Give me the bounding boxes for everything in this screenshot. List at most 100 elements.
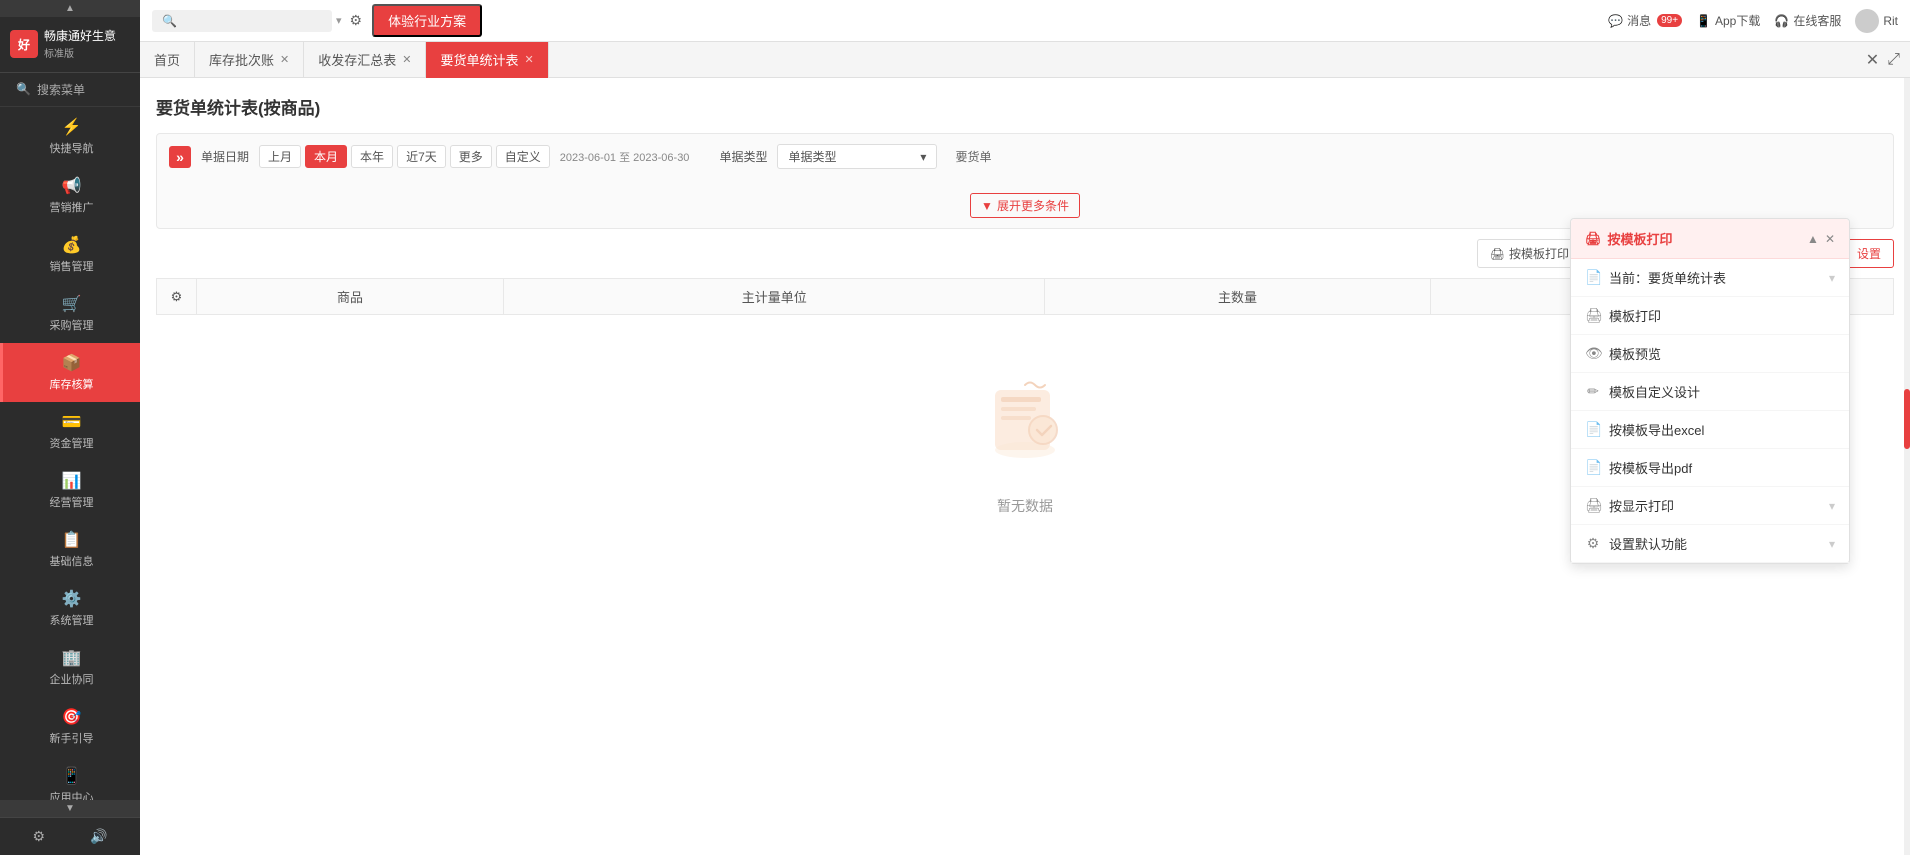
print-dropdown-controls: ▲ ✕ (1807, 232, 1835, 246)
more-filter-btn[interactable]: ▼ 展开更多条件 (970, 193, 1080, 218)
industry-btn[interactable]: 体验行业方案 (372, 4, 482, 37)
print-dropdown-title: 🖨 按模板打印 (1585, 229, 1673, 248)
sidebar-item-newbie[interactable]: 🎯 新手引导 (0, 697, 140, 756)
sidebar-item-basics[interactable]: 📋 基础信息 (0, 520, 140, 579)
enterprise-icon: 🏢 (62, 648, 82, 668)
date-btn-this-year[interactable]: 本年 (351, 145, 393, 168)
online-service-action[interactable]: 🎧 在线客服 (1774, 12, 1841, 29)
print-export-pdf-item[interactable]: 📄 按模板导出pdf (1571, 449, 1849, 487)
search-input[interactable] (177, 14, 297, 28)
sidebar-nav: ⚡ 快捷导航 📢 营销推广 💰 销售管理 🛒 采购管理 📦 库存核算 💳 资金管… (0, 107, 140, 800)
tab-close-all-icon[interactable]: ✕ (1866, 50, 1879, 70)
scrollbar-thumb[interactable] (1904, 389, 1910, 449)
tab-receipt-summary-close[interactable]: ✕ (402, 53, 411, 66)
table-col-settings[interactable]: ⚙ (157, 279, 197, 315)
order-type-dropdown[interactable]: 单据类型 ▾ (777, 144, 937, 169)
newbie-icon: 🎯 (62, 707, 82, 727)
sidebar-item-sales[interactable]: 💰 销售管理 (0, 225, 140, 284)
print-dropdown-close-btn[interactable]: ✕ (1825, 232, 1835, 246)
sidebar-item-enterprise[interactable]: 🏢 企业协同 (0, 638, 140, 697)
main-content: 🔍 ▾ ⚙ 体验行业方案 💬 消息 99+ 📱 App下载 🎧 在线客服 Rit (140, 0, 1910, 855)
table-col-quantity: 主数量 (1045, 279, 1430, 315)
sidebar-item-system[interactable]: ⚙️ 系统管理 (0, 579, 140, 638)
current-template-icon: 📄 (1585, 269, 1601, 286)
print-export-excel-item[interactable]: 📄 按模板导出excel (1571, 411, 1849, 449)
quick-nav-icon: ⚡ (62, 117, 82, 137)
date-btn-more[interactable]: 更多 (450, 145, 492, 168)
audio-bottom-icon[interactable]: 🔊 (90, 828, 107, 845)
sidebar-item-inventory[interactable]: 📦 库存核算 (0, 343, 140, 402)
display-print-icon: 🖨 (1585, 497, 1601, 514)
print-template-custom-item[interactable]: ✏ 模板自定义设计 (1571, 373, 1849, 411)
tab-expand-icon[interactable]: ⤢ (1887, 51, 1900, 69)
tab-inventory-batch-close[interactable]: ✕ (280, 53, 289, 66)
print-template-print-item[interactable]: 🖨 模板打印 (1571, 297, 1849, 335)
display-print-item[interactable]: 🖨 按显示打印 ▾ (1571, 487, 1849, 525)
search-dropdown-arrow[interactable]: ▾ (336, 14, 342, 27)
sidebar-item-quick-nav[interactable]: ⚡ 快捷导航 (0, 107, 140, 166)
order-type-label: 单据类型 (719, 148, 767, 165)
sidebar-scroll-down[interactable]: ▼ (0, 800, 140, 817)
app-download-action[interactable]: 📱 App下载 (1696, 12, 1760, 29)
inventory-icon: 📦 (62, 353, 82, 373)
set-default-item[interactable]: ⚙ 设置默认功能 ▾ (1571, 525, 1849, 563)
tab-bar-right: ✕ ⤢ (1866, 50, 1910, 70)
date-range-display: 2023-06-01 至 2023-06-30 (560, 149, 690, 165)
sidebar-search-menu[interactable]: 🔍 搜索菜单 (0, 73, 140, 107)
user-avatar (1855, 9, 1879, 33)
print-dropdown-header: 🖨 按模板打印 ▲ ✕ (1571, 219, 1849, 259)
sidebar-logo: 好 畅康通好生意 标准版 (0, 17, 140, 73)
top-bar: 🔍 ▾ ⚙ 体验行业方案 💬 消息 99+ 📱 App下载 🎧 在线客服 Rit (140, 0, 1910, 42)
system-icon: ⚙️ (62, 589, 82, 609)
message-icon: 💬 (1608, 14, 1623, 28)
date-btn-7days[interactable]: 近7天 (397, 145, 446, 168)
tab-receipt-summary[interactable]: 收发存汇总表 ✕ (304, 42, 426, 78)
date-btn-custom[interactable]: 自定义 (496, 145, 550, 168)
export-excel-icon: 📄 (1585, 421, 1601, 438)
app-logo-text: 畅康通好生意 标准版 (44, 29, 116, 60)
filter-bar: » 单据日期 上月 本月 本年 近7天 更多 自定义 2023-06-01 至 … (156, 133, 1894, 229)
app-logo-icon: 好 (10, 30, 38, 58)
tab-order-stats-close[interactable]: ✕ (525, 53, 534, 66)
topbar-gear-icon[interactable]: ⚙ (350, 12, 363, 29)
basics-icon: 📋 (62, 530, 82, 550)
table-col-goods: 商品 (197, 279, 504, 315)
sidebar-item-marketing[interactable]: 📢 营销推广 (0, 166, 140, 225)
date-btn-this-month[interactable]: 本月 (305, 145, 347, 168)
page-content: 要货单统计表(按商品) » 单据日期 上月 本月 本年 近7天 更多 自定义 2… (140, 78, 1910, 855)
table-col-unit: 主计量单位 (503, 279, 1045, 315)
sales-icon: 💰 (62, 235, 82, 255)
sidebar-item-finance[interactable]: 💳 资金管理 (0, 402, 140, 461)
print-dropdown-collapse-btn[interactable]: ▲ (1807, 232, 1819, 246)
date-btn-last-month[interactable]: 上月 (259, 145, 301, 168)
topbar-actions: 💬 消息 99+ 📱 App下载 🎧 在线客服 Rit (1608, 9, 1898, 33)
filter-expand-btn[interactable]: » (169, 146, 191, 168)
date-filter-label: 单据日期 (201, 148, 249, 165)
template-print-icon: 🖨 (1585, 307, 1601, 324)
sidebar-item-apps[interactable]: 📱 应用中心 (0, 756, 140, 800)
search-bar-icon: 🔍 (162, 14, 177, 28)
sidebar-scroll-up[interactable]: ▲ (0, 0, 140, 17)
operations-icon: 📊 (62, 471, 82, 491)
message-action[interactable]: 💬 消息 99+ (1608, 12, 1682, 29)
print-template-preview-item[interactable]: 👁 模板预览 (1571, 335, 1849, 373)
download-icon: 📱 (1696, 14, 1711, 28)
empty-icon (975, 375, 1075, 484)
print-current-template-item[interactable]: 📄 当前：要货单统计表 ▾ (1571, 259, 1849, 297)
tab-inventory-batch[interactable]: 库存批次账 ✕ (195, 42, 304, 78)
tab-order-stats[interactable]: 要货单统计表 ✕ (426, 42, 548, 78)
template-custom-icon: ✏ (1585, 383, 1601, 400)
scrollbar-track (1904, 78, 1910, 855)
sidebar-item-operations[interactable]: 📊 经营管理 (0, 461, 140, 520)
user-avatar-action[interactable]: Rit (1855, 9, 1898, 33)
print-dropdown-menu: 🖨 按模板打印 ▲ ✕ 📄 当前：要货单统计表 ▾ 🖨 模板打印 (1570, 218, 1850, 564)
marketing-icon: 📢 (62, 176, 82, 196)
search-bar[interactable]: 🔍 (152, 10, 332, 32)
print-header-icon: 🖨 (1585, 231, 1602, 247)
settings-bottom-icon[interactable]: ⚙ (33, 828, 46, 845)
sidebar-item-purchase[interactable]: 🛒 采购管理 (0, 284, 140, 343)
tab-home[interactable]: 首页 (140, 42, 195, 78)
purchase-icon: 🛒 (62, 294, 82, 314)
sidebar: ▲ 好 畅康通好生意 标准版 🔍 搜索菜单 ⚡ 快捷导航 📢 营销推广 💰 销售… (0, 0, 140, 855)
settings-btn[interactable]: 设置 (1844, 239, 1894, 268)
